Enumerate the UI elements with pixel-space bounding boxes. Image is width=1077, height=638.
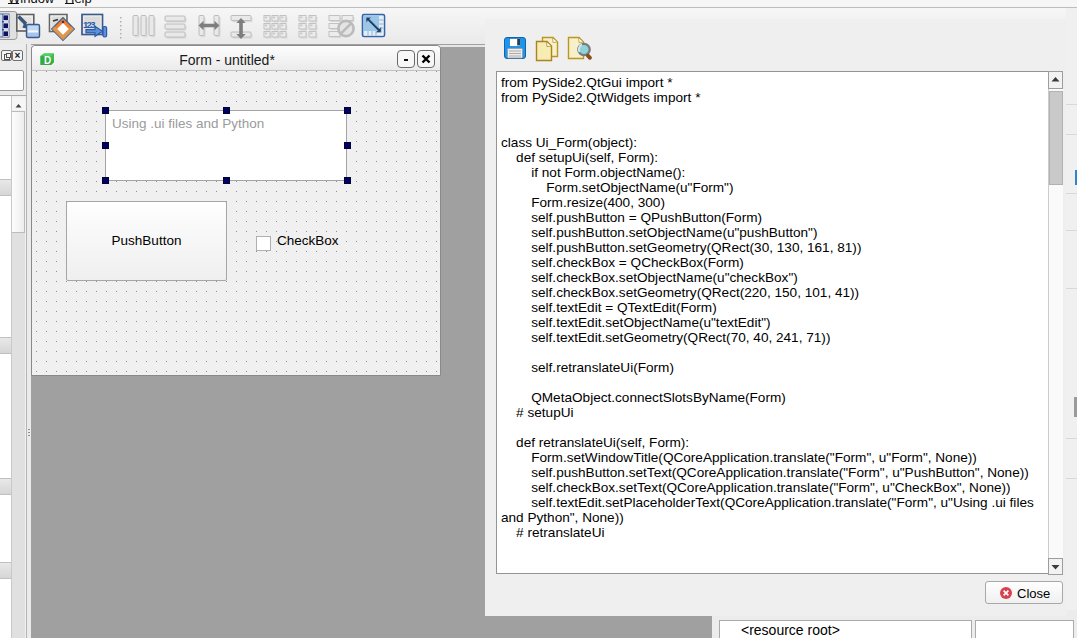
- svg-text:123: 123: [83, 19, 96, 30]
